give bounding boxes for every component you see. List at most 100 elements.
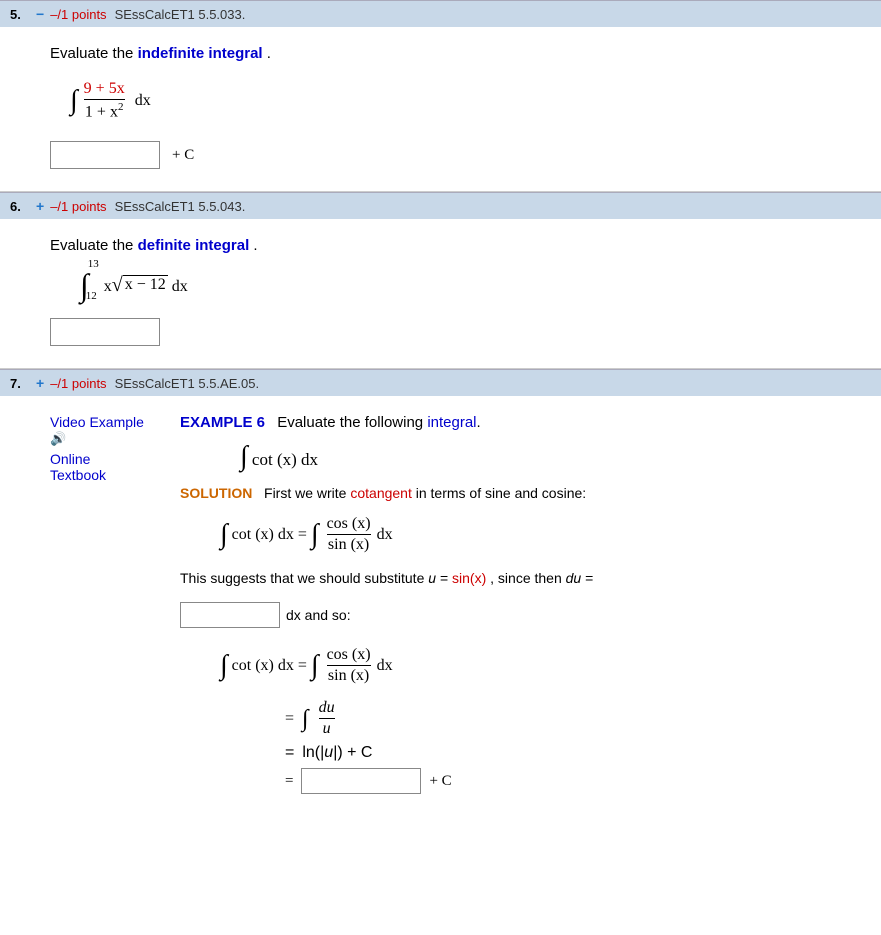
q5-points: –/1 points [50,7,106,22]
question-6: 6. + –/1 points SEssCalcET1 5.5.043. Eva… [0,192,881,369]
q6-instruction: Evaluate the definite integral . [50,237,851,254]
q6-integrand: x √ x − 12 dx [104,275,188,296]
q7-body: Video Example 🔊 Online Textbook EXAMPLE … [0,396,881,830]
q5-answer-input[interactable] [50,141,160,169]
q7-points: –/1 points [50,376,106,391]
q7-dx-so-text: dx and so: [286,607,351,623]
q7-cot-expr: cot (x) dx [252,450,318,469]
q7-number: 7. [10,376,30,391]
q5-icon: − [36,6,44,22]
q5-code: SEssCalcET1 5.5.033. [115,7,246,22]
q7-integral-word: integral [427,414,476,431]
q7-final-plus-c: + C [429,773,451,790]
q7-int2-symbol: ∫ [220,521,228,549]
q6-icon: + [36,198,44,214]
q7-solution-line: SOLUTION First we write cotangent in ter… [180,485,851,501]
q7-du-u-line: = ∫ du u [285,699,851,738]
q5-number: 5. [10,7,30,22]
q5-denom: 1 + x2 [85,100,124,121]
q6-answer-input[interactable] [50,318,160,346]
q7-dx2: dx [377,526,393,544]
q7-cot3-expr: cot (x) dx = [232,657,307,675]
q7-cot-eq2: ∫ cot (x) dx = ∫ cos (x) sin (x) dx [220,642,851,689]
online-textbook-link[interactable]: Online Textbook [50,451,150,483]
q6-sqrt-radical: √ [112,275,123,295]
q7-du-answer-row: dx and so: [180,602,351,628]
q5-math: ∫ 9 + 5x 1 + x2 dx [70,76,851,125]
q7-u-denom: u [323,719,331,738]
q7-dx3: dx [377,657,393,675]
q5-answer-row: + C [50,141,851,169]
q7-cos-sin-frac: cos (x) sin (x) [327,515,371,554]
q7-since: , since then [490,570,566,586]
q7-cot-lhs: ∫ cot (x) dx = ∫ cos (x) sin (x) dx [220,515,393,554]
video-example-text: Video Example [50,414,144,430]
q5-instruction: Evaluate the indefinite integral . [50,45,851,62]
q6-number: 6. [10,199,30,214]
q5-instr-prefix: Evaluate the [50,45,138,62]
q5-numer: 9 + 5x [84,80,125,100]
q7-int5-symbol: ∫ [311,652,319,680]
q7-eq3: = [285,773,293,790]
q5-int-symbol: ∫ [70,87,78,115]
q7-example-header: EXAMPLE 6 Evaluate the following integra… [180,414,851,431]
q6-upper-bound: 13 [88,258,99,270]
q7-suggest-text1: This suggests that we should substitute [180,570,428,586]
q7-int3-symbol: ∫ [311,521,319,549]
q7-sol-text2: in terms of sine and cosine: [416,485,586,501]
q7-cotangent-word: cotangent [350,485,412,501]
q6-instr-bold: definite integral [138,237,250,254]
q7-cos-sin-frac2: cos (x) sin (x) [327,646,371,685]
q5-dx: dx [131,92,151,110]
q7-sin-denom: sin (x) [328,535,369,554]
q7-du-numer: du [319,699,335,719]
q7-eq2: = [285,744,294,762]
q5-fraction: 9 + 5x 1 + x2 [84,80,125,121]
q7-ln-expr: ln(|u|) + C [302,744,372,762]
q7-code: SEssCalcET1 5.5.AE.05. [115,376,260,391]
q7-eq1: = [285,710,294,728]
q7-suggest-line: This suggests that we should substitute … [180,570,851,586]
question-5: 5. − –/1 points SEssCalcET1 5.5.033. Eva… [0,0,881,192]
q5-instr-suffix: . [267,45,271,62]
q6-instr-suffix: . [253,237,257,254]
q7-eq-sign: = [440,570,452,586]
q7-sinx-word: sin(x) [452,570,486,586]
q7-du-u-frac: du u [319,699,335,738]
q6-integral-bounds: ∫ 13 12 x √ x − 12 dx [80,268,188,302]
q7-final-input[interactable] [301,768,421,794]
q6-code: SEssCalcET1 5.5.043. [115,199,246,214]
q5-plus-c: + C [172,147,194,164]
q7-cos-numer2: cos (x) [327,646,371,666]
q6-instr-prefix: Evaluate the [50,237,138,254]
video-example-link[interactable]: Video Example 🔊 [50,414,150,447]
q5-instr-bold: indefinite integral [138,45,263,62]
q7-sol-text1: First we write [256,485,350,501]
q7-cot-integral: ∫ cot (x) dx [240,443,851,471]
question-7-header: 7. + –/1 points SEssCalcET1 5.5.AE.05. [0,369,881,396]
q7-cos-numer: cos (x) [327,515,371,535]
q7-cot2-expr: cot (x) dx = [232,526,307,544]
q7-period: . [477,414,481,431]
q7-du-eq: = [585,570,593,586]
q7-solution-label: SOLUTION [180,485,252,501]
q7-final-answer-row: = + C [285,768,851,794]
q7-left-panel: Video Example 🔊 Online Textbook [0,396,160,830]
q5-integral: ∫ 9 + 5x 1 + x2 dx [70,80,151,121]
question-6-header: 6. + –/1 points SEssCalcET1 5.5.043. [0,192,881,219]
question-7: 7. + –/1 points SEssCalcET1 5.5.AE.05. V… [0,369,881,830]
q7-du-word: du [566,570,582,586]
question-5-header: 5. − –/1 points SEssCalcET1 5.5.033. [0,0,881,27]
q7-u-var: u [428,570,436,586]
q6-int-symbol: ∫ [80,269,89,301]
q7-int1-symbol: ∫ [240,441,248,472]
q7-ln-line: = ln(|u|) + C [285,744,851,762]
q6-answer-row [50,318,851,346]
online-textbook-text: Online Textbook [50,451,106,483]
q6-math: ∫ 13 12 x √ x − 12 dx [80,268,851,302]
speaker-icon: 🔊 [50,431,66,446]
q7-cot-eq1: ∫ cot (x) dx = ∫ cos (x) sin (x) dx [220,511,851,558]
q6-sqrt: √ x − 12 [112,275,168,295]
q7-sin-denom2: sin (x) [328,666,369,685]
q7-du-input[interactable] [180,602,280,628]
